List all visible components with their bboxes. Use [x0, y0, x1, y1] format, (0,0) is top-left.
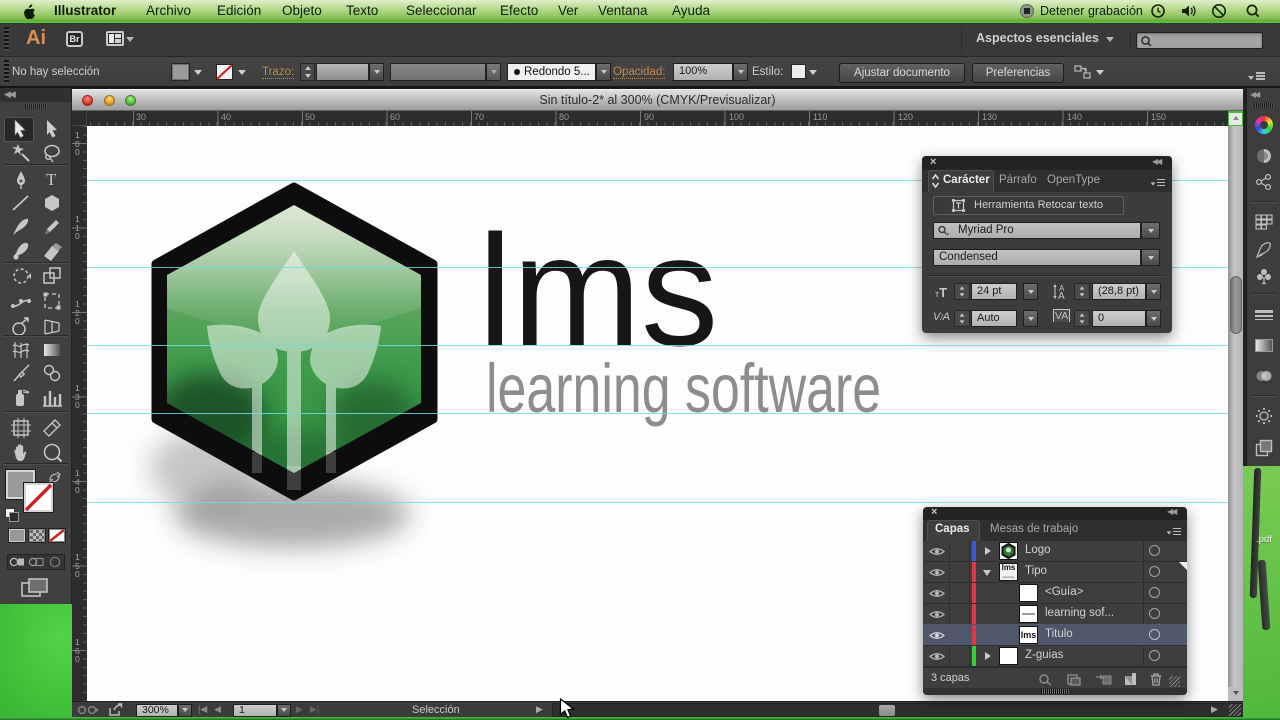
svg-text:A: A [1058, 291, 1065, 300]
